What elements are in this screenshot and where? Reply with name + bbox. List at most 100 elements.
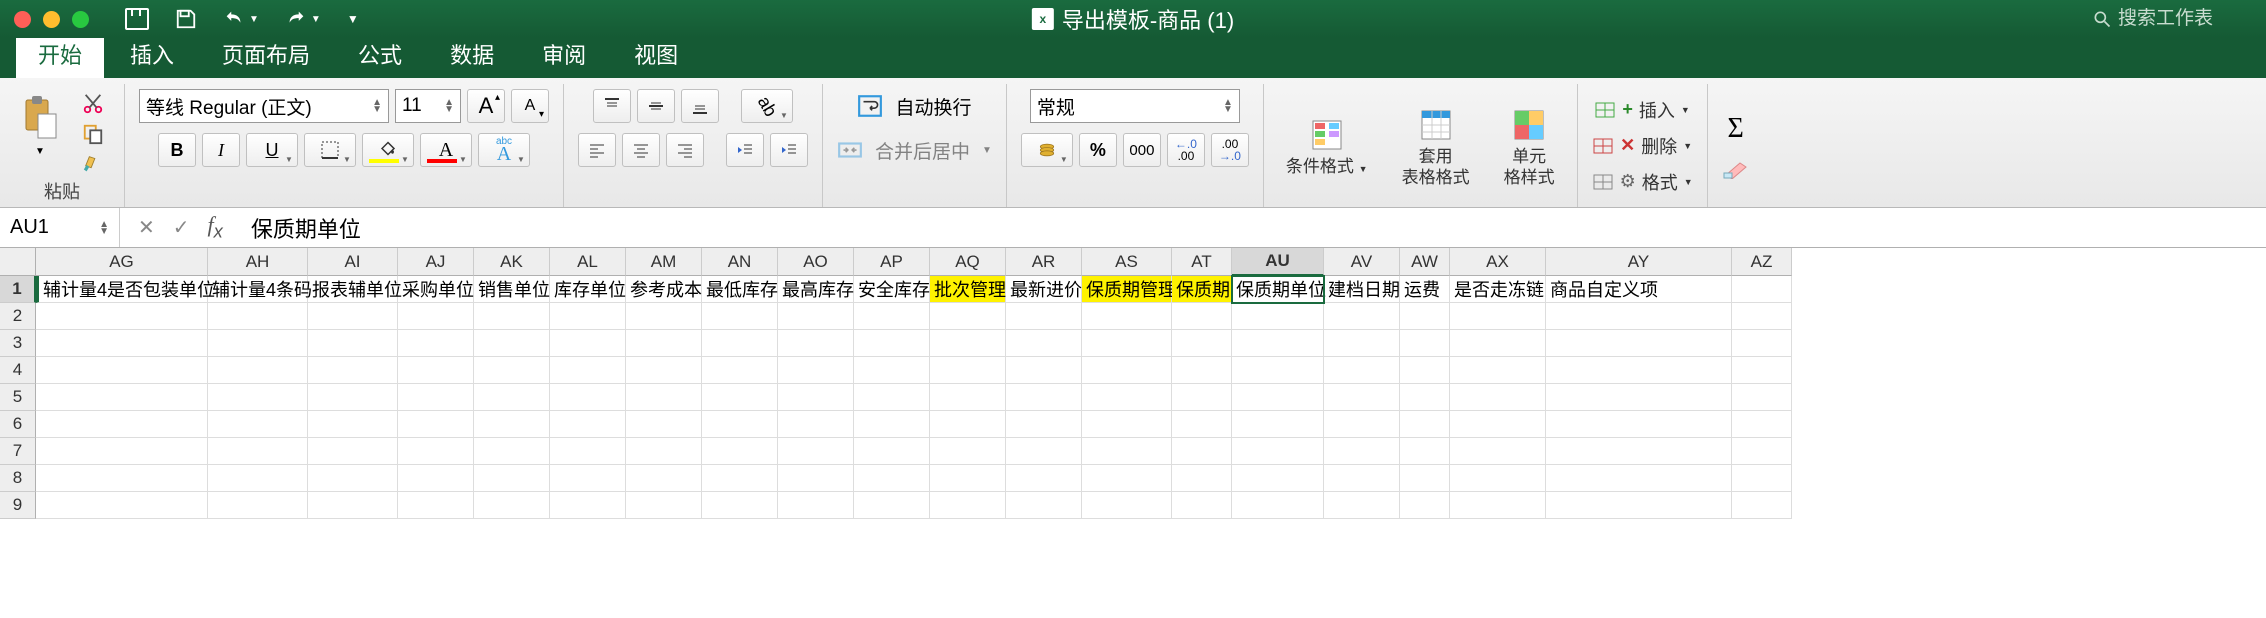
cell-AL3[interactable]: [550, 330, 626, 357]
cell-AL5[interactable]: [550, 384, 626, 411]
cell-AN5[interactable]: [702, 384, 778, 411]
cell-AY7[interactable]: [1546, 438, 1732, 465]
cell-AZ4[interactable]: [1732, 357, 1792, 384]
cell-AM7[interactable]: [626, 438, 702, 465]
cut-button[interactable]: [76, 90, 110, 118]
column-header-AN[interactable]: AN: [702, 248, 778, 276]
cell-AK6[interactable]: [474, 411, 550, 438]
cell-AQ8[interactable]: [930, 465, 1006, 492]
cell-AK7[interactable]: [474, 438, 550, 465]
enter-icon[interactable]: ✓: [173, 215, 190, 240]
cell-AM1[interactable]: 参考成本: [626, 276, 702, 303]
cell-AS5[interactable]: [1082, 384, 1172, 411]
fx-icon[interactable]: fx: [208, 212, 223, 242]
cell-AO7[interactable]: [778, 438, 854, 465]
column-header-AO[interactable]: AO: [778, 248, 854, 276]
align-center-button[interactable]: [622, 133, 660, 167]
copy-button[interactable]: [76, 120, 110, 148]
cell-AS8[interactable]: [1082, 465, 1172, 492]
cell-AP5[interactable]: [854, 384, 930, 411]
align-right-button[interactable]: [666, 133, 704, 167]
cell-AS3[interactable]: [1082, 330, 1172, 357]
cell-AN8[interactable]: [702, 465, 778, 492]
cell-AK2[interactable]: [474, 303, 550, 330]
decrease-decimal-button[interactable]: .00→.0: [1211, 133, 1249, 167]
cell-AR9[interactable]: [1006, 492, 1082, 519]
cell-AS2[interactable]: [1082, 303, 1172, 330]
cell-AW9[interactable]: [1400, 492, 1450, 519]
cell-AQ6[interactable]: [930, 411, 1006, 438]
currency-button[interactable]: ▼: [1021, 133, 1073, 167]
column-header-AI[interactable]: AI: [308, 248, 398, 276]
cell-AQ1[interactable]: 批次管理: [930, 276, 1006, 303]
align-middle-button[interactable]: [637, 89, 675, 123]
cell-AM2[interactable]: [626, 303, 702, 330]
column-header-AV[interactable]: AV: [1324, 248, 1400, 276]
cell-AH8[interactable]: [208, 465, 308, 492]
formula-input[interactable]: [241, 215, 2266, 241]
cell-AL2[interactable]: [550, 303, 626, 330]
cell-AI2[interactable]: [308, 303, 398, 330]
cell-AL6[interactable]: [550, 411, 626, 438]
cell-styles-button[interactable]: 单元 格样式: [1496, 103, 1563, 192]
new-tab-icon[interactable]: [125, 8, 149, 30]
row-header-4[interactable]: 4: [0, 357, 36, 384]
cell-AL1[interactable]: 库存单位: [550, 276, 626, 303]
cell-AG8[interactable]: [36, 465, 208, 492]
cell-AW8[interactable]: [1400, 465, 1450, 492]
cell-AJ7[interactable]: [398, 438, 474, 465]
cell-AI3[interactable]: [308, 330, 398, 357]
cell-AV4[interactable]: [1324, 357, 1400, 384]
column-header-AR[interactable]: AR: [1006, 248, 1082, 276]
cell-AN7[interactable]: [702, 438, 778, 465]
insert-cells-button[interactable]: +插入▼: [1594, 97, 1689, 123]
cell-AK1[interactable]: 销售单位: [474, 276, 550, 303]
cell-AJ2[interactable]: [398, 303, 474, 330]
column-header-AQ[interactable]: AQ: [930, 248, 1006, 276]
cell-AT5[interactable]: [1172, 384, 1232, 411]
cell-AU1[interactable]: 保质期单位: [1232, 276, 1324, 303]
cell-AG6[interactable]: [36, 411, 208, 438]
cell-AP4[interactable]: [854, 357, 930, 384]
column-header-AP[interactable]: AP: [854, 248, 930, 276]
cell-AR6[interactable]: [1006, 411, 1082, 438]
cell-AL9[interactable]: [550, 492, 626, 519]
column-header-AY[interactable]: AY: [1546, 248, 1732, 276]
cell-AY6[interactable]: [1546, 411, 1732, 438]
cell-AX4[interactable]: [1450, 357, 1546, 384]
cell-AX6[interactable]: [1450, 411, 1546, 438]
cell-AY1[interactable]: 商品自定义项: [1546, 276, 1732, 303]
autosum-button[interactable]: Σ: [1727, 113, 1743, 145]
cell-AM8[interactable]: [626, 465, 702, 492]
italic-button[interactable]: I: [202, 133, 240, 167]
format-cells-button[interactable]: ⚙格式▼: [1592, 169, 1693, 195]
cell-AX3[interactable]: [1450, 330, 1546, 357]
cell-AU5[interactable]: [1232, 384, 1324, 411]
border-button[interactable]: ▼: [304, 133, 356, 167]
cell-AP8[interactable]: [854, 465, 930, 492]
cell-AH4[interactable]: [208, 357, 308, 384]
cell-AZ9[interactable]: [1732, 492, 1792, 519]
cell-AU2[interactable]: [1232, 303, 1324, 330]
cell-AM9[interactable]: [626, 492, 702, 519]
cell-AN1[interactable]: 最低库存: [702, 276, 778, 303]
cell-AV9[interactable]: [1324, 492, 1400, 519]
cell-AO9[interactable]: [778, 492, 854, 519]
decrease-font-button[interactable]: A▾: [511, 89, 549, 123]
cell-AV8[interactable]: [1324, 465, 1400, 492]
font-name-combo[interactable]: 等线 Regular (正文)▲▼: [139, 89, 389, 123]
cell-AN4[interactable]: [702, 357, 778, 384]
cell-AT3[interactable]: [1172, 330, 1232, 357]
cell-AU8[interactable]: [1232, 465, 1324, 492]
close-window-button[interactable]: [14, 11, 31, 28]
align-top-button[interactable]: [593, 89, 631, 123]
column-header-AW[interactable]: AW: [1400, 248, 1450, 276]
cell-AS9[interactable]: [1082, 492, 1172, 519]
undo-button[interactable]: ▼: [223, 8, 259, 30]
cell-AG9[interactable]: [36, 492, 208, 519]
align-left-button[interactable]: [578, 133, 616, 167]
cell-AS4[interactable]: [1082, 357, 1172, 384]
cell-AX8[interactable]: [1450, 465, 1546, 492]
cell-AR3[interactable]: [1006, 330, 1082, 357]
cell-AG1[interactable]: 辅计量4是否包装单位: [36, 276, 208, 303]
